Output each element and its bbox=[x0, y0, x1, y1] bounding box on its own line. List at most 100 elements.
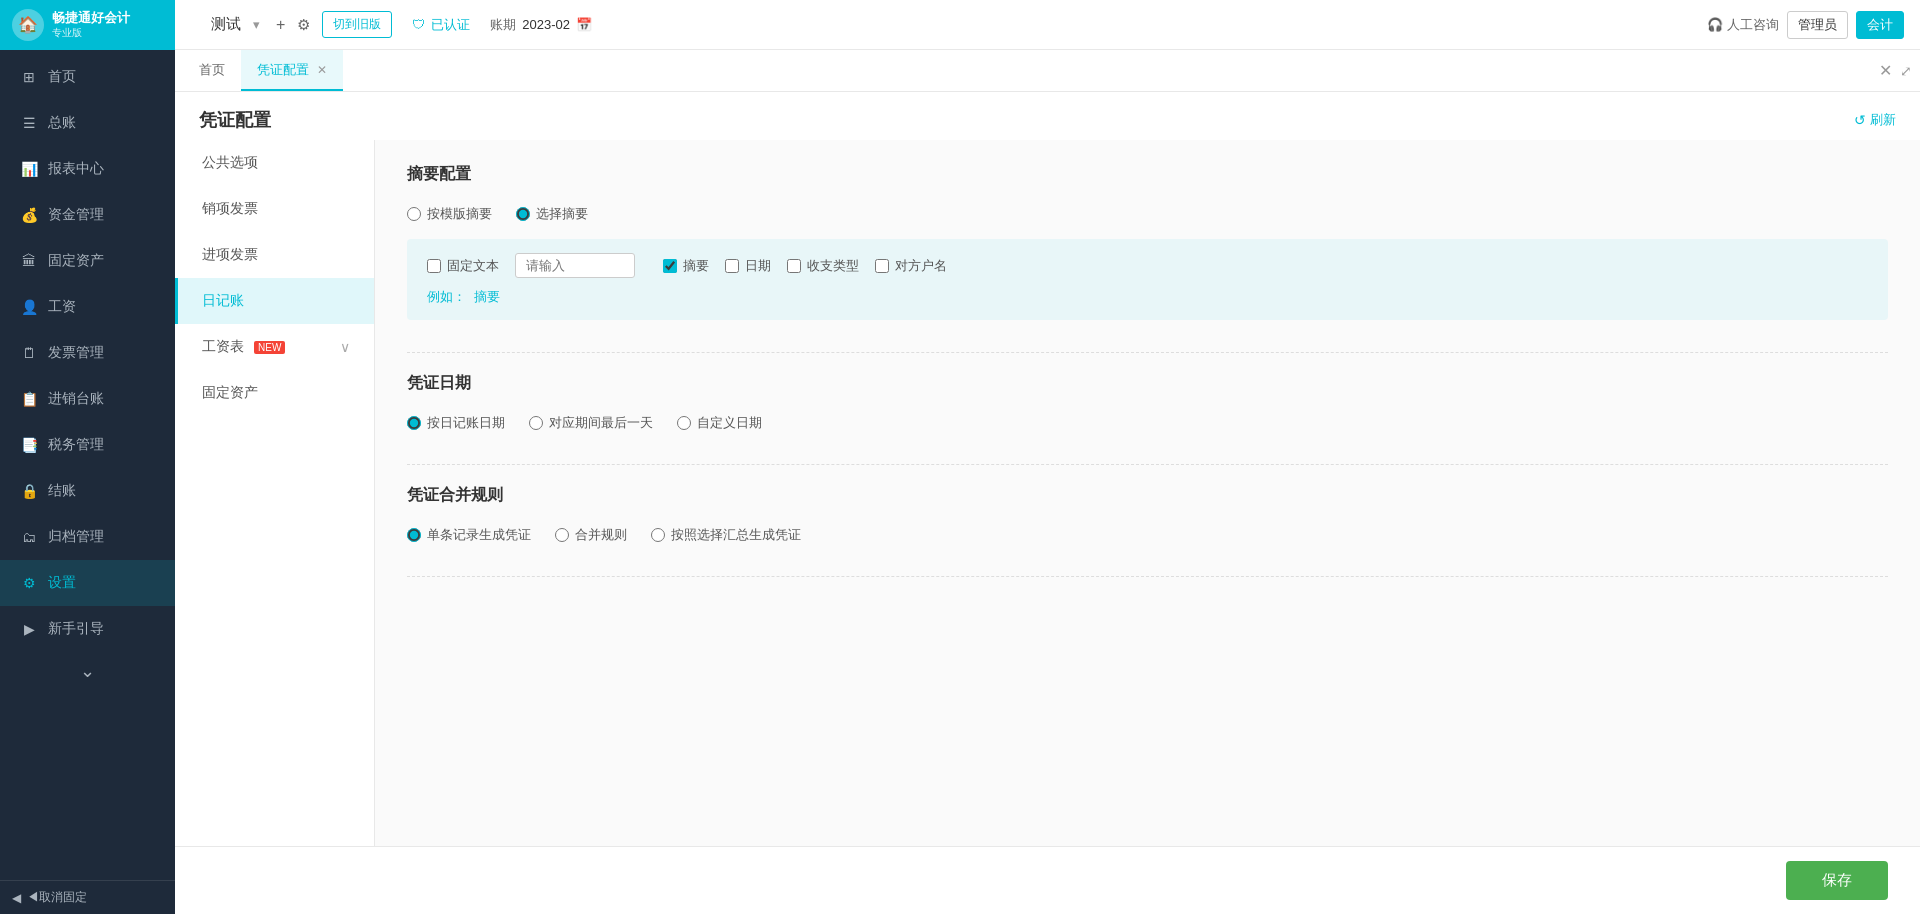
sidebar-item-assets[interactable]: 🏛 固定资产 bbox=[0, 238, 175, 284]
logo-text: 畅捷通好会计 专业版 bbox=[52, 10, 130, 40]
sidebar-item-label: 固定资产 bbox=[48, 252, 104, 270]
checkbox-fixed-text[interactable]: 固定文本 bbox=[427, 257, 499, 275]
logo-icon: 🏠 bbox=[12, 9, 44, 41]
sidebar-item-archive[interactable]: 🗂 归档管理 bbox=[0, 514, 175, 560]
accountant-btn[interactable]: 会计 bbox=[1856, 11, 1904, 39]
radio-custom-date-input[interactable] bbox=[677, 416, 691, 430]
tab-home[interactable]: 首页 bbox=[183, 50, 241, 91]
switch-old-btn[interactable]: 切到旧版 bbox=[322, 11, 392, 38]
assets-icon: 🏛 bbox=[20, 252, 38, 270]
shield-icon: 🛡 bbox=[412, 17, 425, 32]
nav-payroll[interactable]: 工资表 NEW ∨ bbox=[175, 324, 374, 370]
page-content: 凭证配置 ↺ 刷新 公共选项 销项发票 进项发票 bbox=[175, 92, 1920, 914]
nav-sales-invoice[interactable]: 销项发票 bbox=[175, 186, 374, 232]
radio-period-last-input[interactable] bbox=[529, 416, 543, 430]
fixed-text-checkbox[interactable] bbox=[427, 259, 441, 273]
checkbox-date[interactable]: 日期 bbox=[725, 257, 771, 275]
summary-checkbox[interactable] bbox=[663, 259, 677, 273]
radio-summary-gen[interactable]: 按照选择汇总生成凭证 bbox=[651, 526, 801, 544]
radio-custom-date[interactable]: 自定义日期 bbox=[677, 414, 762, 432]
nav-journal[interactable]: 日记账 bbox=[175, 278, 374, 324]
radio-single[interactable]: 单条记录生成凭证 bbox=[407, 526, 531, 544]
home-icon: ⊞ bbox=[20, 68, 38, 86]
dropdown-arrow[interactable]: ▾ bbox=[253, 17, 260, 32]
radio-select[interactable]: 选择摘要 bbox=[516, 205, 588, 223]
ledger-icon: ☰ bbox=[20, 114, 38, 132]
header-actions: 🎧 人工咨询 管理员 会计 bbox=[1707, 11, 1904, 39]
radio-summary-gen-input[interactable] bbox=[651, 528, 665, 542]
radio-merge[interactable]: 合并规则 bbox=[555, 526, 627, 544]
sidebar-item-home[interactable]: ⊞ 首页 bbox=[0, 54, 175, 100]
period-label: 账期 bbox=[490, 16, 516, 34]
capital-icon: 💰 bbox=[20, 206, 38, 224]
divider-2 bbox=[407, 464, 1888, 465]
refresh-icon: ↺ bbox=[1854, 112, 1866, 128]
radio-template[interactable]: 按模版摘要 bbox=[407, 205, 492, 223]
sidebar-item-label: 设置 bbox=[48, 574, 76, 592]
unfix-btn[interactable]: ◀ ◀取消固定 bbox=[0, 881, 175, 914]
report-icon: 📊 bbox=[20, 160, 38, 178]
sidebar-item-sales[interactable]: 📋 进销台账 bbox=[0, 376, 175, 422]
save-btn[interactable]: 保存 bbox=[1786, 861, 1888, 900]
right-content: 摘要配置 按模版摘要 选择摘要 bbox=[375, 140, 1920, 846]
sidebar-item-guide[interactable]: ▶ 新手引导 bbox=[0, 606, 175, 652]
page-footer: 保存 bbox=[175, 846, 1920, 914]
voucher-date-section: 凭证日期 按日记账日期 对应期间最后一天 bbox=[407, 373, 1888, 432]
radio-template-input[interactable] bbox=[407, 207, 421, 221]
radio-period-last[interactable]: 对应期间最后一天 bbox=[529, 414, 653, 432]
voucher-date-radio-group: 按日记账日期 对应期间最后一天 自定义日期 bbox=[407, 414, 1888, 432]
checkbox-counterpart[interactable]: 对方户名 bbox=[875, 257, 947, 275]
settings-icon[interactable]: ⚙ bbox=[297, 16, 310, 34]
sidebar-item-report[interactable]: 📊 报表中心 bbox=[0, 146, 175, 192]
admin-btn[interactable]: 管理员 bbox=[1787, 11, 1848, 39]
split-layout: 公共选项 销项发票 进项发票 日记账 工资表 NEW bbox=[175, 140, 1920, 846]
radio-select-input[interactable] bbox=[516, 207, 530, 221]
sidebar-item-capital[interactable]: 💰 资金管理 bbox=[0, 192, 175, 238]
salary-icon: 👤 bbox=[20, 298, 38, 316]
calendar-icon[interactable]: 📅 bbox=[576, 17, 592, 32]
close-tab-icon[interactable]: ✕ bbox=[317, 63, 327, 77]
sidebar-item-invoice[interactable]: 🗒 发票管理 bbox=[0, 330, 175, 376]
sidebar-item-tax[interactable]: 📑 税务管理 bbox=[0, 422, 175, 468]
sidebar-item-ledger[interactable]: ☰ 总账 bbox=[0, 100, 175, 146]
radio-journal-date[interactable]: 按日记账日期 bbox=[407, 414, 505, 432]
fixed-text-input[interactable] bbox=[515, 253, 635, 278]
sidebar-item-label: 报表中心 bbox=[48, 160, 104, 178]
voucher-date-title: 凭证日期 bbox=[407, 373, 1888, 394]
top-header: 🏠 畅捷通好会计 专业版 测试 ▾ + ⚙ 切到旧版 🛡 已认证 账期 2023… bbox=[0, 0, 1920, 50]
add-btn[interactable]: + bbox=[276, 16, 285, 34]
certified-badge: 已认证 bbox=[431, 16, 470, 34]
counterpart-checkbox[interactable] bbox=[875, 259, 889, 273]
radio-merge-input[interactable] bbox=[555, 528, 569, 542]
sidebar-item-settings[interactable]: ⚙ 设置 bbox=[0, 560, 175, 606]
nav-fixed-assets[interactable]: 固定资产 bbox=[175, 370, 374, 416]
sidebar-item-close[interactable]: 🔒 结账 bbox=[0, 468, 175, 514]
date-checkbox[interactable] bbox=[725, 259, 739, 273]
tax-icon: 📑 bbox=[20, 436, 38, 454]
radio-single-input[interactable] bbox=[407, 528, 421, 542]
project-name: 测试 bbox=[211, 15, 241, 34]
cashflow-checkbox[interactable] bbox=[787, 259, 801, 273]
sidebar-item-salary[interactable]: 👤 工资 bbox=[0, 284, 175, 330]
scroll-down[interactable]: ⌄ bbox=[0, 652, 175, 690]
checkbox-summary[interactable]: 摘要 bbox=[663, 257, 709, 275]
sidebar-item-label: 资金管理 bbox=[48, 206, 104, 224]
close-books-icon: 🔒 bbox=[20, 482, 38, 500]
guide-icon: ▶ bbox=[20, 620, 38, 638]
archive-icon: 🗂 bbox=[20, 528, 38, 546]
refresh-btn[interactable]: ↺ 刷新 bbox=[1854, 111, 1896, 129]
radio-journal-date-input[interactable] bbox=[407, 416, 421, 430]
checkbox-cashflow[interactable]: 收支类型 bbox=[787, 257, 859, 275]
sidebar-item-label: 首页 bbox=[48, 68, 76, 86]
expand-arrow-icon: ∨ bbox=[340, 339, 350, 355]
consult-btn[interactable]: 🎧 人工咨询 bbox=[1707, 16, 1779, 34]
nav-purchase-invoice[interactable]: 进项发票 bbox=[175, 232, 374, 278]
content-area: 首页 凭证配置 ✕ ✕ ⤢ 凭证配置 ↺ 刷新 bbox=[175, 50, 1920, 914]
tab-voucher-config[interactable]: 凭证配置 ✕ bbox=[241, 50, 343, 91]
config-box-row: 固定文本 摘要 日期 bbox=[427, 253, 1868, 278]
sidebar-item-label: 总账 bbox=[48, 114, 76, 132]
example-text: 例如： 摘要 bbox=[427, 288, 1868, 306]
nav-public[interactable]: 公共选项 bbox=[175, 140, 374, 186]
expand-icon[interactable]: ⤢ bbox=[1900, 63, 1912, 79]
close-panel-icon[interactable]: ✕ bbox=[1879, 61, 1892, 80]
